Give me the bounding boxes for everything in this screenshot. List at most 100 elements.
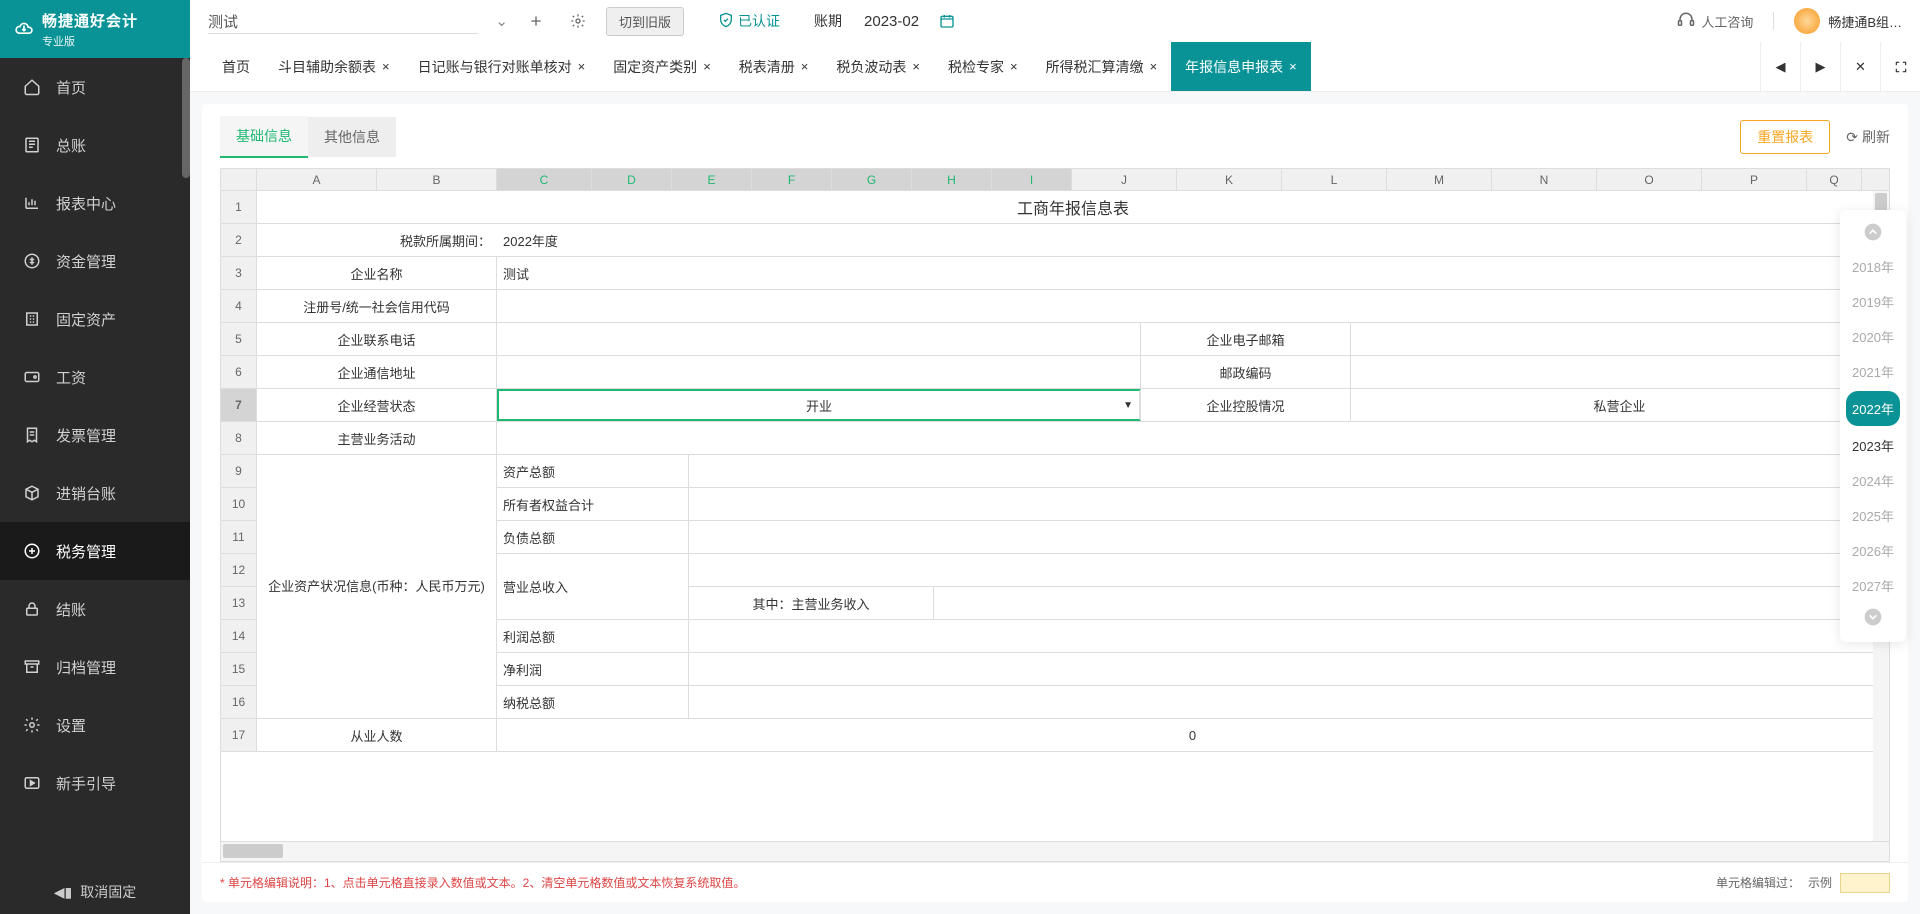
cell[interactable]: 净利润 (497, 653, 689, 685)
year-item-active[interactable]: 2022年 (1846, 391, 1900, 426)
close-icon[interactable]: × (703, 59, 711, 74)
col-header[interactable]: O (1597, 169, 1702, 190)
row-header[interactable]: 13 (221, 587, 257, 620)
cell[interactable]: 企业经营状态 (257, 389, 497, 421)
cell[interactable] (497, 356, 1141, 388)
col-header[interactable]: I (992, 169, 1072, 190)
tab-item[interactable]: 所得税汇算清缴× (1032, 42, 1172, 91)
cell[interactable] (497, 323, 1141, 355)
year-item[interactable]: 2021年 (1840, 354, 1906, 389)
add-button[interactable] (522, 7, 550, 35)
tab-close-all[interactable]: ✕ (1840, 42, 1880, 91)
close-icon[interactable]: × (1150, 59, 1158, 74)
tab-item[interactable]: 固定资产类别× (599, 42, 725, 91)
col-header[interactable]: N (1492, 169, 1597, 190)
cell[interactable] (689, 488, 1889, 520)
tab-item[interactable]: 税负波动表× (822, 42, 934, 91)
close-icon[interactable]: × (382, 59, 390, 74)
year-up[interactable] (1840, 218, 1906, 249)
nav-reports[interactable]: 报表中心 (0, 174, 190, 232)
cell[interactable]: 测试 (497, 257, 1889, 289)
col-header[interactable]: D (592, 169, 672, 190)
old-version-button[interactable]: 切到旧版 (606, 7, 684, 36)
cell[interactable] (689, 686, 1889, 718)
tab-item[interactable]: 税表清册× (725, 42, 823, 91)
tab-item[interactable]: 税检专家× (934, 42, 1032, 91)
row-header[interactable]: 1 (221, 191, 257, 223)
col-header[interactable]: Q (1807, 169, 1862, 190)
scroll-thumb[interactable] (223, 844, 283, 858)
customer-service-link[interactable]: 人工咨询 (1677, 11, 1753, 32)
row-header[interactable]: 4 (221, 290, 257, 322)
cell[interactable]: 注册号/统一社会信用代码 (257, 290, 497, 322)
cell[interactable]: 0 (497, 719, 1889, 751)
row-header[interactable]: 10 (221, 488, 257, 521)
year-item[interactable]: 2020年 (1840, 319, 1906, 354)
col-header[interactable]: C (497, 169, 592, 190)
cell[interactable] (1351, 323, 1889, 355)
nav-guide[interactable]: 新手引导 (0, 754, 190, 812)
nav-settings[interactable]: 设置 (0, 696, 190, 754)
nav-tax[interactable]: 税务管理 (0, 522, 190, 580)
row-header[interactable]: 14 (221, 620, 257, 653)
nav-ledger[interactable]: 总账 (0, 116, 190, 174)
cell[interactable]: 从业人数 (257, 719, 497, 751)
cell[interactable]: 其中：主营业务收入 (689, 587, 934, 620)
close-icon[interactable]: × (1010, 59, 1018, 74)
cell[interactable]: 企业联系电话 (257, 323, 497, 355)
col-header[interactable]: F (752, 169, 832, 190)
year-down[interactable] (1840, 603, 1906, 634)
row-header[interactable]: 11 (221, 521, 257, 554)
col-header[interactable]: K (1177, 169, 1282, 190)
tab-home[interactable]: 首页 (208, 42, 264, 91)
nav-archive[interactable]: 归档管理 (0, 638, 190, 696)
tab-scroll-right[interactable]: ▶ (1800, 42, 1840, 91)
cell[interactable]: 资产总额 (497, 455, 689, 487)
nav-inventory[interactable]: 进销台账 (0, 464, 190, 522)
cell[interactable]: 利润总额 (497, 620, 689, 652)
close-icon[interactable]: × (1289, 59, 1297, 74)
tab-scroll-left[interactable]: ◀ (1760, 42, 1800, 91)
reset-button[interactable]: 重置报表 (1740, 120, 1830, 154)
year-item[interactable]: 2026年 (1840, 533, 1906, 568)
cell[interactable] (689, 620, 1889, 652)
cell[interactable]: 税款所属期间： (257, 224, 497, 256)
row-header[interactable]: 5 (221, 323, 257, 355)
cell[interactable]: 私营企业 (1351, 389, 1889, 421)
nav-home[interactable]: 首页 (0, 58, 190, 116)
cell[interactable] (689, 521, 1889, 553)
nav-salary[interactable]: 工资 (0, 348, 190, 406)
row-header[interactable]: 3 (221, 257, 257, 289)
col-header[interactable]: A (257, 169, 377, 190)
col-header[interactable]: L (1282, 169, 1387, 190)
subtab-basic[interactable]: 基础信息 (220, 116, 308, 158)
row-header[interactable]: 15 (221, 653, 257, 686)
refresh-button[interactable]: ⟳ 刷新 (1846, 127, 1890, 147)
cell[interactable]: 企业控股情况 (1141, 389, 1351, 421)
year-item[interactable]: 2027年 (1840, 568, 1906, 603)
col-header[interactable]: J (1072, 169, 1177, 190)
row-header[interactable]: 16 (221, 686, 257, 719)
cell[interactable] (497, 290, 1889, 322)
tab-item[interactable]: 斗目辅助余额表× (264, 42, 404, 91)
nav-invoice[interactable]: 发票管理 (0, 406, 190, 464)
calendar-icon[interactable] (933, 7, 961, 35)
year-item[interactable]: 2024年 (1840, 463, 1906, 498)
tab-item-active[interactable]: 年报信息申报表× (1171, 42, 1311, 91)
col-header[interactable]: B (377, 169, 497, 190)
selected-cell-dropdown[interactable]: 开业 (497, 389, 1141, 421)
close-icon[interactable]: × (578, 59, 586, 74)
cell[interactable] (689, 554, 1889, 587)
nav-closing[interactable]: 结账 (0, 580, 190, 638)
cell[interactable] (497, 422, 1889, 454)
subtab-other[interactable]: 其他信息 (308, 117, 396, 157)
year-item[interactable]: 2019年 (1840, 284, 1906, 319)
cell[interactable]: 企业通信地址 (257, 356, 497, 388)
row-header[interactable]: 6 (221, 356, 257, 388)
row-header[interactable]: 8 (221, 422, 257, 454)
cell[interactable]: 2022年度 (497, 224, 1889, 256)
cell[interactable]: 主营业务活动 (257, 422, 497, 454)
close-icon[interactable]: × (912, 59, 920, 74)
horizontal-scrollbar[interactable] (221, 841, 1889, 861)
col-header[interactable]: H (912, 169, 992, 190)
